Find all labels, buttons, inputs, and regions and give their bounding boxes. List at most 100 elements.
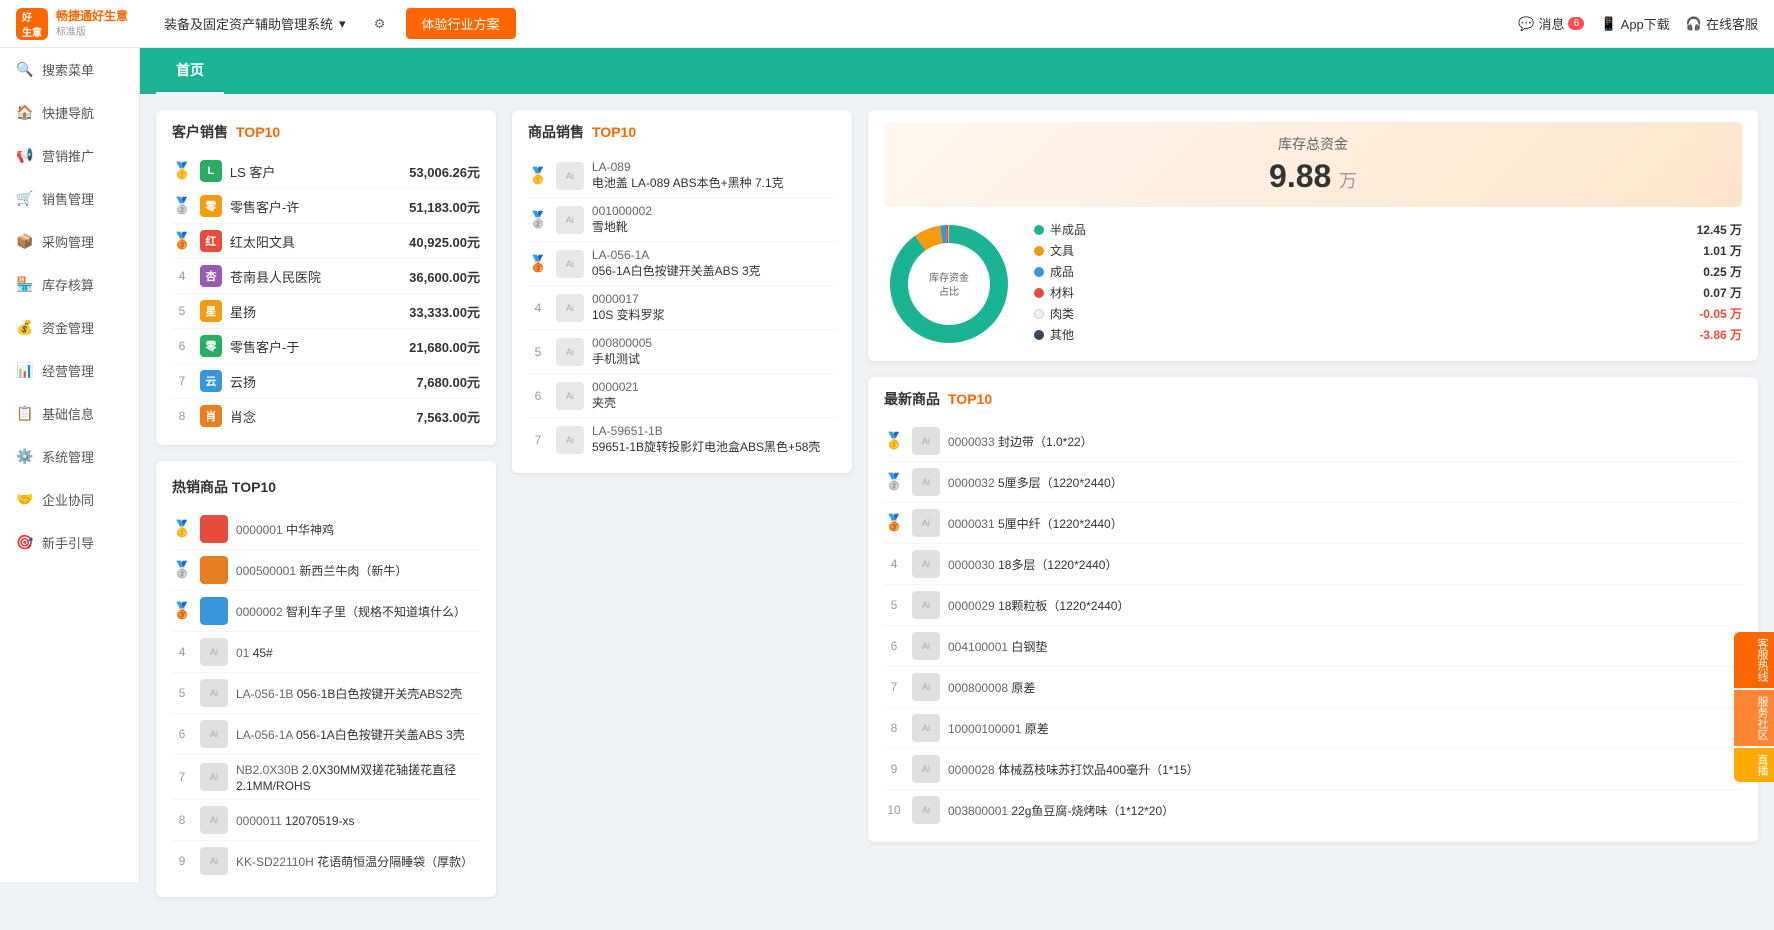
hot-product-item[interactable]: 5 Ai LA-056-1B 056-1B白色按键开关壳ABS2壳 <box>172 673 480 714</box>
product-name: 056-1B白色按键开关壳ABS2壳 <box>297 687 462 701</box>
new-product-item[interactable]: 5 Ai 0000029 18颗粒板（1220*2440） <box>884 585 1742 626</box>
customer-amount: 51,183.00元 <box>409 197 480 216</box>
tab-home[interactable]: 首页 <box>156 48 224 94</box>
sidebar-item-marketing[interactable]: 📢 营销推广 <box>0 134 139 177</box>
new-product-item[interactable]: 🥇 Ai 0000033 封边带（1.0*22） <box>884 421 1742 462</box>
sidebar-item-quicknav[interactable]: 🏠 快捷导航 <box>0 91 139 134</box>
sidebar-item-inventory[interactable]: 🏪 库存核算 <box>0 263 139 306</box>
new-product-item[interactable]: 4 Ai 0000030 18多层（1220*2440） <box>884 544 1742 585</box>
cs-hotline-btn[interactable]: 客服热线 <box>1734 632 1774 688</box>
trial-button[interactable]: 体验行业方案 <box>406 8 516 39</box>
message-btn[interactable]: 💬 消息 6 <box>1518 14 1584 33</box>
customer-name: 星扬 <box>230 302 401 321</box>
sidebar-item-guide[interactable]: 🎯 新手引导 <box>0 521 139 564</box>
product-name: 22g鱼豆腐-烧烤味（1*12*20） <box>1011 804 1174 818</box>
hot-product-item[interactable]: 🥈 000500001 新西兰牛肉（新牛） <box>172 550 480 591</box>
sidebar-guide-label: 新手引导 <box>42 533 94 552</box>
customer-list-item[interactable]: 4 杏 苍南县人民医院 36,600.00元 <box>172 259 480 294</box>
legend-label: 成品 <box>1050 263 1697 280</box>
customer-name: 苍南县人民医院 <box>230 267 401 286</box>
medal-icon: 🥇 <box>528 166 548 186</box>
hot-product-item[interactable]: 4 Ai 01 45# <box>172 632 480 673</box>
product-name: 电池盖 LA-089 ABS本色+黑种 7.1克 <box>592 174 836 191</box>
product-code: NB2.0X30B <box>236 763 302 777</box>
inventory-value: 9.88 <box>1269 158 1331 194</box>
system-selector[interactable]: 装备及固定资产辅助管理系统 ▾ <box>156 10 354 37</box>
customer-list-item[interactable]: 6 零 零售客户-于 21,680.00元 <box>172 329 480 364</box>
sidebar-item-finance[interactable]: 💰 资金管理 <box>0 306 139 349</box>
product-thumb: Ai <box>200 679 228 707</box>
customer-list-item[interactable]: 🥉 红 红太阳文具 40,925.00元 <box>172 224 480 259</box>
customer-list-item[interactable]: 8 肖 肖念 7,563.00元 <box>172 399 480 433</box>
product-info: 0000001 中华神鸡 <box>236 521 480 538</box>
legend-value: -3.86 万 <box>1699 326 1742 343</box>
home-icon: 🏠 <box>16 104 34 122</box>
cs-live-btn[interactable]: 直播 <box>1734 748 1774 782</box>
customer-list-item[interactable]: 5 星 星扬 33,333.00元 <box>172 294 480 329</box>
hot-product-item[interactable]: 7 Ai NB2.0X30B 2.0X30MM双搓花轴搓花直径2.1MM/ROH… <box>172 755 480 800</box>
message-badge: 6 <box>1568 17 1584 30</box>
hot-product-item[interactable]: 🥉 0000002 智利车子里（规格不知道填什么） <box>172 591 480 632</box>
top-product-item[interactable]: 🥇 Ai LA-089 电池盖 LA-089 ABS本色+黑种 7.1克 <box>528 154 836 198</box>
new-products-title: 最新商品 TOP10 <box>884 389 1742 409</box>
sidebar-search-label: 搜索菜单 <box>42 60 94 79</box>
product-thumb: Ai <box>912 796 940 824</box>
rank-num: 10 <box>884 803 904 817</box>
new-product-item[interactable]: 9 Ai 0000028 体械荔枝味苏打饮品400毫升（1*15） <box>884 749 1742 790</box>
product-code: 0000021 <box>592 380 836 394</box>
cs-widget: 客服热线 服务社区 直播 <box>1734 632 1774 782</box>
chevron-down-icon: ▾ <box>339 16 346 32</box>
customer-list-item[interactable]: 7 云 云扬 7,680.00元 <box>172 364 480 399</box>
top-product-item[interactable]: 🥈 Ai 001000002 雪地靴 <box>528 198 836 242</box>
product-thumb <box>200 515 228 543</box>
gear-button[interactable]: ⚙ <box>366 10 394 38</box>
sidebar-item-sales[interactable]: 🛒 销售管理 <box>0 177 139 220</box>
product-code: 01 <box>236 646 253 660</box>
product-code: 0000033 <box>948 435 998 449</box>
product-code: 001000002 <box>592 204 836 218</box>
new-product-item[interactable]: 🥈 Ai 0000032 5厘多层（1220*2440） <box>884 462 1742 503</box>
product-thumb: Ai <box>556 294 584 322</box>
sidebar-item-operations[interactable]: 📊 经营管理 <box>0 349 139 392</box>
product-code: 000800005 <box>592 336 836 350</box>
product-name: 10S 变料罗浆 <box>592 306 836 323</box>
cs-community-btn[interactable]: 服务社区 <box>1734 690 1774 746</box>
top-product-item[interactable]: 7 Ai LA-59651-1B 59651-1B旋转投影灯电池盒ABS黑色+5… <box>528 418 836 461</box>
product-thumb: Ai <box>912 632 940 660</box>
sidebar-item-system[interactable]: ⚙️ 系统管理 <box>0 435 139 478</box>
legend-dot <box>1034 288 1044 298</box>
medal-icon: 🥉 <box>884 513 904 533</box>
new-product-item[interactable]: 🥉 Ai 0000031 5厘中纤（1220*2440） <box>884 503 1742 544</box>
product-info: 000800008 原差 <box>948 679 1742 696</box>
rank-num: 6 <box>172 339 192 353</box>
top-product-item[interactable]: 5 Ai 000800005 手机测试 <box>528 330 836 374</box>
middle-panel: 商品销售 TOP10 🥇 Ai LA-089 电池盖 LA-089 ABS本色+… <box>512 110 852 897</box>
hot-product-item[interactable]: 🥇 0000001 中华神鸡 <box>172 509 480 550</box>
app-download-btn[interactable]: 📱 App下载 <box>1600 14 1669 33</box>
sidebar-item-company[interactable]: 🤝 企业协同 <box>0 478 139 521</box>
online-service-btn[interactable]: 🎧 在线客服 <box>1686 14 1758 33</box>
sidebar-item-search[interactable]: 🔍 搜索菜单 <box>0 48 139 91</box>
product-name: 体械荔枝味苏打饮品400毫升（1*15） <box>998 763 1199 777</box>
medal-icon: 🥇 <box>172 519 192 539</box>
nav-tab: 首页 <box>140 48 1774 94</box>
new-product-item[interactable]: 6 Ai 004100001 白钢垫 <box>884 626 1742 667</box>
main-content: 首页 客户销售 TOP10 🥇 L LS 客户 53,006.26元 🥈 零 零… <box>140 48 1774 913</box>
top-product-item[interactable]: 🥉 Ai LA-056-1A 056-1A白色按键开关盖ABS 3克 <box>528 242 836 286</box>
customer-name: 云扬 <box>230 372 408 391</box>
new-product-item[interactable]: 10 Ai 003800001 22g鱼豆腐-烧烤味（1*12*20） <box>884 790 1742 830</box>
sidebar-item-basic[interactable]: 📋 基础信息 <box>0 392 139 435</box>
top-product-item[interactable]: 6 Ai 0000021 夹壳 <box>528 374 836 418</box>
sidebar-item-purchase[interactable]: 📦 采购管理 <box>0 220 139 263</box>
new-product-item[interactable]: 8 Ai 10000100001 原差 <box>884 708 1742 749</box>
top-product-item[interactable]: 4 Ai 0000017 10S 变料罗浆 <box>528 286 836 330</box>
new-product-item[interactable]: 7 Ai 000800008 原差 <box>884 667 1742 708</box>
product-name: 中华神鸡 <box>286 523 334 537</box>
customer-list-item[interactable]: 🥈 零 零售客户-许 51,183.00元 <box>172 189 480 224</box>
legend-dot <box>1034 246 1044 256</box>
hot-product-item[interactable]: 8 Ai 0000011 12070519-xs <box>172 800 480 841</box>
customer-list-item[interactable]: 🥇 L LS 客户 53,006.26元 <box>172 154 480 189</box>
product-name: 18颗粒板（1220*2440） <box>998 599 1129 613</box>
hot-product-item[interactable]: 6 Ai LA-056-1A 056-1A白色按键开关盖ABS 3壳 <box>172 714 480 755</box>
hot-product-item[interactable]: 9 Ai KK-SD22110H 花语萌恒温分隔睡袋（厚款） <box>172 841 480 881</box>
